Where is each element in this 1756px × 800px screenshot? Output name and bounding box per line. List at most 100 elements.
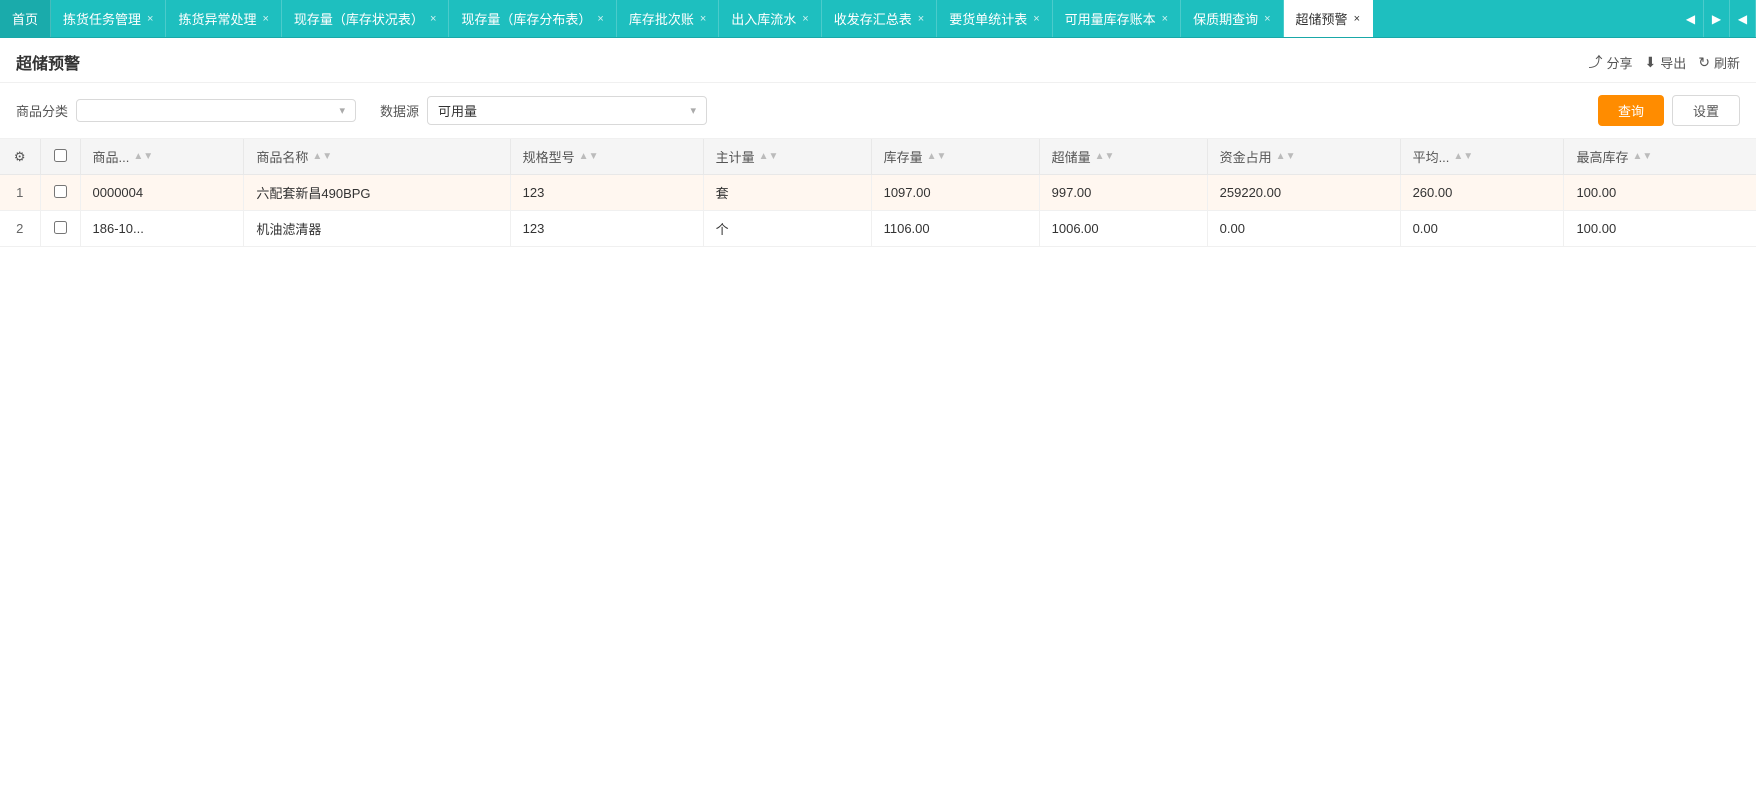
- row-checkbox-cell-1: [40, 175, 80, 211]
- datasource-filter: 数据源 可用量 ▾: [380, 96, 707, 125]
- nav-tab-close-quality[interactable]: ×: [1264, 13, 1270, 25]
- col-unit-header[interactable]: 主计量 ▲▼: [703, 139, 871, 175]
- settings-gear-icon: ⚙: [14, 149, 26, 164]
- nav-tab-close-order-stat[interactable]: ×: [1033, 13, 1039, 25]
- row-2-overstock: 1006.00: [1039, 211, 1207, 247]
- row-1-capital: 259220.00: [1207, 175, 1400, 211]
- row-2-product-code: 186-10...: [80, 211, 244, 247]
- nav-tab-label-quality: 保质期查询: [1193, 9, 1258, 28]
- nav-tab-close-collect[interactable]: ×: [918, 13, 924, 25]
- sort-avg-icon: ▲▼: [1453, 152, 1473, 162]
- nav-next-arrow[interactable]: ▶: [1704, 0, 1730, 38]
- col-settings-header[interactable]: ⚙: [0, 139, 40, 175]
- nav-tab-home[interactable]: 首页: [0, 0, 51, 38]
- row-checkbox-1[interactable]: [54, 185, 67, 198]
- row-1-stock: 1097.00: [871, 175, 1039, 211]
- nav-tab-task[interactable]: 拣货任务管理 ×: [51, 0, 166, 38]
- table-row: 1 0000004六配套新昌490BPG123套1097.00997.002592…: [0, 175, 1756, 211]
- nav-tab-label-home: 首页: [12, 9, 38, 28]
- select-all-checkbox[interactable]: [54, 149, 67, 162]
- nav-tab-close-inventory-status[interactable]: ×: [430, 13, 436, 25]
- sort-unit-icon: ▲▼: [759, 152, 779, 162]
- col-max-stock-header[interactable]: 最高库存 ▲▼: [1564, 139, 1756, 175]
- header-actions: ⤴ 分享 ⬇ 导出 ↻ 刷新: [1588, 52, 1740, 72]
- sort-capital-icon: ▲▼: [1276, 152, 1296, 162]
- nav-tab-avail[interactable]: 可用量库存账本 ×: [1053, 0, 1181, 38]
- row-2-avg: 0.00: [1400, 211, 1564, 247]
- row-index-1: 1: [0, 175, 40, 211]
- col-product-name-header[interactable]: 商品名称 ▲▼: [244, 139, 510, 175]
- nav-tab-close-inout[interactable]: ×: [802, 13, 808, 25]
- nav-tab-label-inout: 出入库流水: [731, 9, 796, 28]
- category-filter: 商品分类 ▾: [16, 99, 356, 122]
- col-spec-header[interactable]: 规格型号 ▲▼: [510, 139, 703, 175]
- nav-tab-close-batch[interactable]: ×: [700, 13, 706, 25]
- share-button[interactable]: ⤴ 分享: [1588, 52, 1632, 72]
- nav-tab-close-overstock[interactable]: ×: [1354, 13, 1360, 25]
- nav-tab-label-avail: 可用量库存账本: [1065, 9, 1156, 28]
- nav-tab-close-abnormal[interactable]: ×: [262, 13, 268, 25]
- nav-tab-label-collect: 收发存汇总表: [834, 9, 912, 28]
- table-header-row: ⚙ 商品... ▲▼ 商品名称 ▲▼: [0, 139, 1756, 175]
- sort-max-stock-icon: ▲▼: [1632, 152, 1652, 162]
- row-1-unit: 套: [703, 175, 871, 211]
- col-overstock-header[interactable]: 超储量 ▲▼: [1039, 139, 1207, 175]
- table-row: 2186-10...机油滤清器123个1106.001006.000.000.0…: [0, 211, 1756, 247]
- nav-tab-collect[interactable]: 收发存汇总表 ×: [822, 0, 937, 38]
- export-icon: ⬇: [1645, 54, 1657, 71]
- refresh-button[interactable]: ↻ 刷新: [1698, 53, 1740, 72]
- nav-tab-inventory-dist[interactable]: 现存量（库存分布表） ×: [449, 0, 616, 38]
- row-2-unit: 个: [703, 211, 871, 247]
- refresh-icon: ↻: [1698, 54, 1710, 71]
- filter-right: 查询 设置: [1598, 95, 1740, 126]
- row-2-capital: 0.00: [1207, 211, 1400, 247]
- row-1-spec: 123: [510, 175, 703, 211]
- sort-overstock-icon: ▲▼: [1095, 152, 1115, 162]
- page-header: 超储预警 ⤴ 分享 ⬇ 导出 ↻ 刷新: [0, 38, 1756, 83]
- top-nav: 首页拣货任务管理 ×拣货异常处理 ×现存量（库存状况表） ×现存量（库存分布表）…: [0, 0, 1756, 38]
- category-select[interactable]: ▾: [76, 99, 356, 122]
- row-1-product-code: 0000004: [80, 175, 244, 211]
- nav-tab-batch[interactable]: 库存批次账 ×: [617, 0, 719, 38]
- row-checkbox-2[interactable]: [54, 221, 67, 234]
- row-checkbox-cell-2: [40, 211, 80, 247]
- nav-expand-arrow[interactable]: ◀: [1730, 0, 1756, 38]
- category-arrow-icon: ▾: [339, 104, 345, 117]
- nav-tab-close-task[interactable]: ×: [147, 13, 153, 25]
- nav-tab-label-order-stat: 要货单统计表: [949, 9, 1027, 28]
- nav-tab-label-abnormal: 拣货异常处理: [178, 9, 256, 28]
- col-product-code-header[interactable]: 商品... ▲▼: [80, 139, 244, 175]
- nav-prev-arrow[interactable]: ◀: [1678, 0, 1704, 38]
- nav-tab-quality[interactable]: 保质期查询 ×: [1181, 0, 1283, 38]
- nav-tab-close-inventory-dist[interactable]: ×: [597, 13, 603, 25]
- row-index-2: 2: [0, 211, 40, 247]
- nav-tab-label-batch: 库存批次账: [629, 9, 694, 28]
- row-2-product-name: 机油滤清器: [244, 211, 510, 247]
- nav-tab-abnormal[interactable]: 拣货异常处理 ×: [166, 0, 281, 38]
- page-container: 超储预警 ⤴ 分享 ⬇ 导出 ↻ 刷新 商品分类 ▾: [0, 38, 1756, 800]
- col-checkbox-header[interactable]: [40, 139, 80, 175]
- sort-spec-icon: ▲▼: [579, 152, 599, 162]
- datasource-label: 数据源: [380, 101, 419, 120]
- datasource-arrow-icon: ▾: [691, 104, 697, 117]
- col-capital-header[interactable]: 资金占用 ▲▼: [1207, 139, 1400, 175]
- nav-tab-inventory-status[interactable]: 现存量（库存状况表） ×: [282, 0, 449, 38]
- row-1-overstock: 997.00: [1039, 175, 1207, 211]
- nav-tab-label-overstock: 超储预警: [1296, 9, 1348, 28]
- col-stock-header[interactable]: 库存量 ▲▼: [871, 139, 1039, 175]
- export-button[interactable]: ⬇ 导出: [1645, 53, 1687, 72]
- nav-tab-close-avail[interactable]: ×: [1162, 13, 1168, 25]
- filter-bar: 商品分类 ▾ 数据源 可用量 ▾ 查询 设置: [0, 83, 1756, 139]
- row-1-product-name: 六配套新昌490BPG: [244, 175, 510, 211]
- nav-tab-overstock[interactable]: 超储预警 ×: [1284, 0, 1373, 38]
- sort-product-code-icon: ▲▼: [133, 152, 153, 162]
- query-button[interactable]: 查询: [1598, 95, 1664, 126]
- datasource-select[interactable]: 可用量 ▾: [427, 96, 707, 125]
- col-avg-header[interactable]: 平均... ▲▼: [1400, 139, 1564, 175]
- settings-button[interactable]: 设置: [1672, 95, 1740, 126]
- nav-tab-label-task: 拣货任务管理: [63, 9, 141, 28]
- nav-tab-order-stat[interactable]: 要货单统计表 ×: [937, 0, 1052, 38]
- nav-tab-label-inventory-dist: 现存量（库存分布表）: [461, 9, 591, 28]
- nav-tab-inout[interactable]: 出入库流水 ×: [719, 0, 821, 38]
- row-2-spec: 123: [510, 211, 703, 247]
